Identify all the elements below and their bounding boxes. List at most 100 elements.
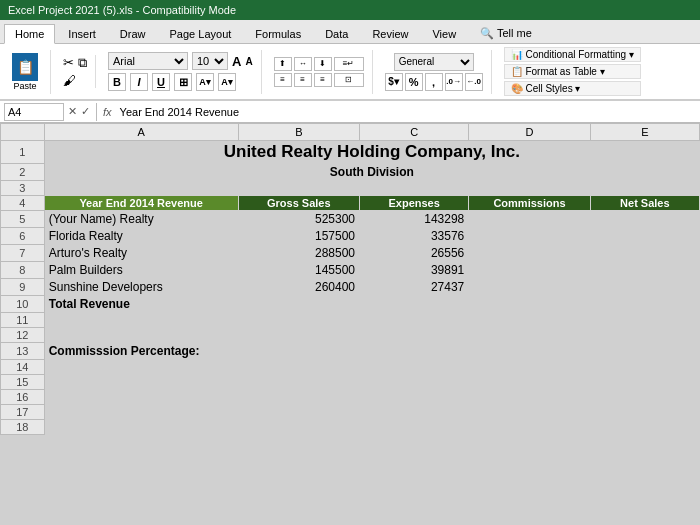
confirm-formula-icon[interactable]: ✓ <box>81 105 90 118</box>
cell-a11[interactable] <box>44 313 238 328</box>
merge-center-button[interactable]: ⊡ <box>334 73 364 87</box>
cell-c4[interactable]: Expenses <box>360 196 469 211</box>
cell-e8[interactable] <box>590 262 699 279</box>
cell-d5[interactable] <box>469 211 590 228</box>
cell-a3[interactable] <box>44 181 238 196</box>
align-center-button[interactable]: ≡ <box>294 73 312 87</box>
cell-b17[interactable] <box>238 405 359 420</box>
align-top-button[interactable]: ⬆ <box>274 57 292 71</box>
cell-d11[interactable] <box>469 313 590 328</box>
cell-a4[interactable]: Year End 2014 Revenue <box>44 196 238 211</box>
division-title-cell[interactable]: South Division <box>44 164 699 181</box>
cut-icon[interactable]: ✂ <box>63 55 74 71</box>
cell-a13[interactable]: Commisssion Percentage: <box>44 343 238 360</box>
cell-b5[interactable]: 525300 <box>238 211 359 228</box>
cell-b18[interactable] <box>238 420 359 435</box>
cell-c17[interactable] <box>360 405 469 420</box>
cell-e12[interactable] <box>590 328 699 343</box>
cell-c8[interactable]: 39891 <box>360 262 469 279</box>
cell-e7[interactable] <box>590 245 699 262</box>
align-left-button[interactable]: ≡ <box>274 73 292 87</box>
border-button[interactable]: ⊞ <box>174 73 192 91</box>
cell-b13[interactable] <box>238 343 359 360</box>
cell-d7[interactable] <box>469 245 590 262</box>
cell-b12[interactable] <box>238 328 359 343</box>
cell-c18[interactable] <box>360 420 469 435</box>
cell-a12[interactable] <box>44 328 238 343</box>
bold-button[interactable]: B <box>108 73 126 91</box>
cell-d4[interactable]: Commissions <box>469 196 590 211</box>
cell-a18[interactable] <box>44 420 238 435</box>
cell-d10[interactable] <box>469 296 590 313</box>
col-header-e[interactable]: E <box>590 124 699 141</box>
font-color-button[interactable]: A▾ <box>218 73 236 91</box>
align-bottom-button[interactable]: ⬇ <box>314 57 332 71</box>
tab-insert[interactable]: Insert <box>57 24 107 43</box>
cell-c15[interactable] <box>360 375 469 390</box>
cell-e16[interactable] <box>590 390 699 405</box>
font-family-select[interactable]: Arial <box>108 52 188 70</box>
cell-c5[interactable]: 143298 <box>360 211 469 228</box>
cell-e4[interactable]: Net Sales <box>590 196 699 211</box>
wrap-text-button[interactable]: ≡↵ <box>334 57 364 71</box>
col-header-c[interactable]: C <box>360 124 469 141</box>
cell-a7[interactable]: Arturo's Realty <box>44 245 238 262</box>
cell-a10[interactable]: Total Revenue <box>44 296 238 313</box>
increase-decimal-button[interactable]: .0→ <box>445 73 463 91</box>
number-format-select[interactable]: General <box>394 53 474 71</box>
cell-d16[interactable] <box>469 390 590 405</box>
cell-a15[interactable] <box>44 375 238 390</box>
cell-c12[interactable] <box>360 328 469 343</box>
col-header-d[interactable]: D <box>469 124 590 141</box>
tab-page-layout[interactable]: Page Layout <box>159 24 243 43</box>
underline-button[interactable]: U <box>152 73 170 91</box>
copy-icon[interactable]: ⧉ <box>78 55 87 71</box>
company-title-cell[interactable]: United Realty Holding Company, Inc. <box>44 141 699 164</box>
paste-button[interactable]: 📋 Paste <box>8 51 42 93</box>
cell-c14[interactable] <box>360 360 469 375</box>
cell-e5[interactable] <box>590 211 699 228</box>
cell-b11[interactable] <box>238 313 359 328</box>
cell-c7[interactable]: 26556 <box>360 245 469 262</box>
cell-a8[interactable]: Palm Builders <box>44 262 238 279</box>
cell-a9[interactable]: Sunshine Developers <box>44 279 238 296</box>
cell-e17[interactable] <box>590 405 699 420</box>
cell-c3[interactable] <box>360 181 469 196</box>
cell-e9[interactable] <box>590 279 699 296</box>
tab-formulas[interactable]: Formulas <box>244 24 312 43</box>
cell-b3[interactable] <box>238 181 359 196</box>
tab-view[interactable]: View <box>421 24 467 43</box>
cell-e10[interactable] <box>590 296 699 313</box>
comma-button[interactable]: , <box>425 73 443 91</box>
cell-d13[interactable] <box>469 343 590 360</box>
cell-d3[interactable] <box>469 181 590 196</box>
cell-b16[interactable] <box>238 390 359 405</box>
cell-b7[interactable]: 288500 <box>238 245 359 262</box>
tab-home[interactable]: Home <box>4 24 55 44</box>
cell-d12[interactable] <box>469 328 590 343</box>
grow-font-icon[interactable]: A <box>232 54 241 69</box>
cell-a14[interactable] <box>44 360 238 375</box>
fill-color-button[interactable]: A▾ <box>196 73 214 91</box>
cell-d8[interactable] <box>469 262 590 279</box>
cell-e13[interactable] <box>590 343 699 360</box>
currency-button[interactable]: $▾ <box>385 73 403 91</box>
cell-a6[interactable]: Florida Realty <box>44 228 238 245</box>
cell-e3[interactable] <box>590 181 699 196</box>
font-size-select[interactable]: 10 <box>192 52 228 70</box>
cell-b10[interactable] <box>238 296 359 313</box>
cell-e18[interactable] <box>590 420 699 435</box>
cell-d6[interactable] <box>469 228 590 245</box>
cell-e6[interactable] <box>590 228 699 245</box>
cell-b4[interactable]: Gross Sales <box>238 196 359 211</box>
cell-c11[interactable] <box>360 313 469 328</box>
align-middle-button[interactable]: ↔ <box>294 57 312 71</box>
cell-styles-button[interactable]: 🎨 Cell Styles ▾ <box>504 81 641 96</box>
tab-tell-me[interactable]: 🔍 Tell me <box>469 23 543 43</box>
format-as-table-button[interactable]: 📋 Format as Table ▾ <box>504 64 641 79</box>
percent-button[interactable]: % <box>405 73 423 91</box>
cell-d15[interactable] <box>469 375 590 390</box>
cell-d18[interactable] <box>469 420 590 435</box>
cell-b9[interactable]: 260400 <box>238 279 359 296</box>
cell-c16[interactable] <box>360 390 469 405</box>
